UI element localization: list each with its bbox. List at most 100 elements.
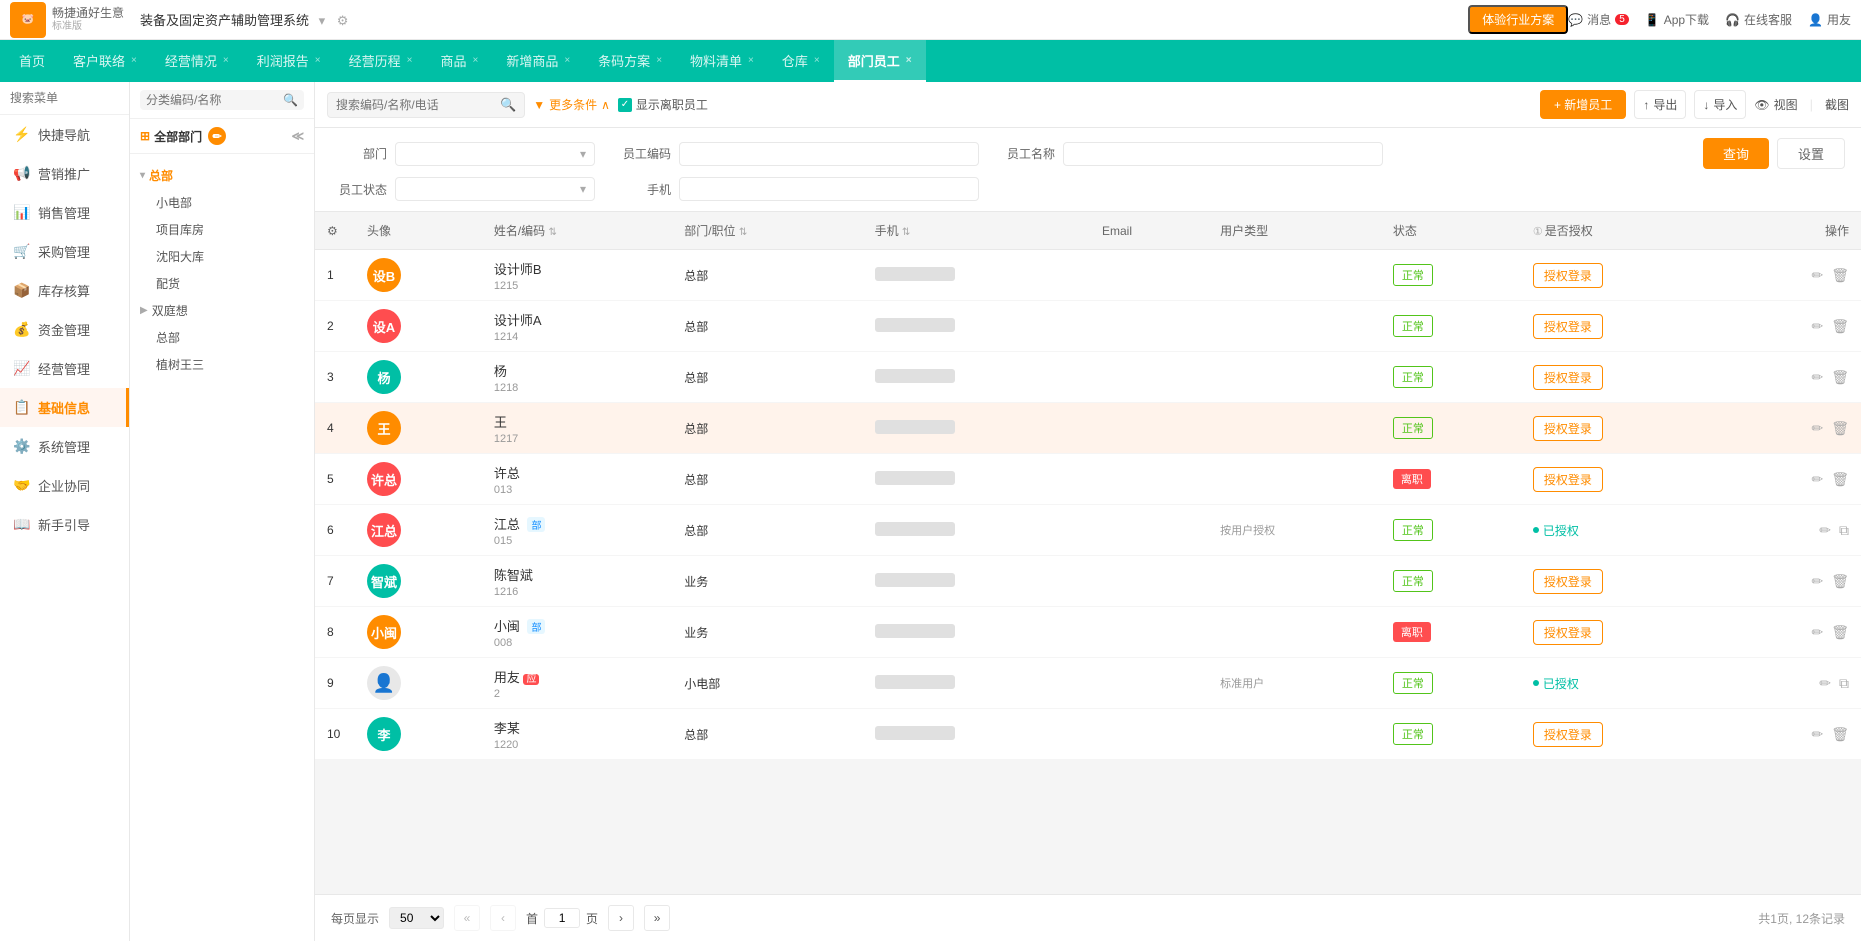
view-button[interactable]: 👁 视图: [1754, 96, 1797, 113]
close-icon[interactable]: ×: [223, 55, 229, 66]
user-button[interactable]: 👤 用友: [1808, 11, 1851, 28]
more-filter-button[interactable]: ▼ 更多条件 ∧: [533, 96, 610, 113]
tab-history[interactable]: 经营历程 ×: [335, 40, 427, 82]
edit-icon[interactable]: ✏: [1811, 573, 1823, 590]
edit-icon[interactable]: ✏: [1811, 624, 1823, 641]
trial-button[interactable]: 体验行业方案: [1468, 5, 1568, 34]
tab-add-goods[interactable]: 新增商品 ×: [492, 40, 584, 82]
tree-node-shuangting[interactable]: ▶ 双庭想: [130, 297, 314, 324]
edit-icon[interactable]: ✏: [1811, 318, 1823, 335]
query-button[interactable]: 查询: [1703, 138, 1769, 169]
tab-home[interactable]: 首页: [5, 40, 59, 82]
col-phone[interactable]: 手机 ⇅: [863, 212, 1090, 250]
tab-dept-staff[interactable]: 部门员工 ×: [834, 40, 926, 82]
tab-bom[interactable]: 物料清单 ×: [676, 40, 768, 82]
tab-profit[interactable]: 利润报告 ×: [243, 40, 335, 82]
sidebar-item-finance[interactable]: 💰 资金管理: [0, 310, 129, 349]
auth-login-button[interactable]: 授权登录: [1533, 416, 1603, 441]
collapse-dept-btn[interactable]: ≪: [291, 129, 304, 143]
toolbar-search-input[interactable]: [336, 98, 496, 112]
tab-customer[interactable]: 客户联络 ×: [59, 40, 151, 82]
export-button[interactable]: ↑ 导出: [1634, 90, 1686, 119]
sidebar-item-basic-info[interactable]: 📋 基础信息: [0, 388, 129, 427]
dept-search-input[interactable]: [146, 93, 283, 107]
online-service-button[interactable]: 🎧 在线客服: [1725, 11, 1792, 28]
sidebar-item-marketing[interactable]: 📢 营销推广: [0, 154, 129, 193]
sidebar-item-business[interactable]: 📈 经营管理: [0, 349, 129, 388]
copy-icon[interactable]: ⧉: [1839, 675, 1849, 692]
close-icon[interactable]: ×: [814, 55, 820, 66]
sidebar-item-inventory[interactable]: 📦 库存核算: [0, 271, 129, 310]
edit-icon[interactable]: ✏: [1819, 522, 1831, 539]
auth-login-button[interactable]: 授权登录: [1533, 467, 1603, 492]
tree-node-planting[interactable]: 植树王三: [130, 351, 314, 378]
toolbar-search-icon[interactable]: 🔍: [500, 97, 516, 113]
settings-icon[interactable]: ⚙: [337, 13, 349, 28]
col-settings[interactable]: ⚙: [315, 212, 355, 250]
delete-icon[interactable]: 🗑: [1831, 318, 1849, 335]
edit-icon[interactable]: ✏: [1811, 420, 1823, 437]
page-number-input[interactable]: [544, 908, 580, 928]
close-icon[interactable]: ×: [906, 55, 912, 66]
tab-goods[interactable]: 商品 ×: [426, 40, 492, 82]
col-dept-pos[interactable]: 部门/职位 ⇅: [672, 212, 862, 250]
close-icon[interactable]: ×: [315, 55, 321, 66]
dept-select[interactable]: ▾: [395, 142, 595, 166]
sidebar-item-system[interactable]: ⚙️ 系统管理: [0, 427, 129, 466]
tree-node-small-elec[interactable]: 小电部: [130, 189, 314, 216]
tree-node-distribution[interactable]: 配货: [130, 270, 314, 297]
import-button[interactable]: ↓ 导入: [1694, 90, 1746, 119]
phone-input[interactable]: [679, 177, 979, 201]
auth-login-button[interactable]: 授权登录: [1533, 314, 1603, 339]
edit-icon[interactable]: ✏: [1811, 471, 1823, 488]
delete-icon[interactable]: 🗑: [1831, 726, 1849, 743]
status-select[interactable]: ▾: [395, 177, 595, 201]
empcode-input[interactable]: [679, 142, 979, 166]
edit-icon[interactable]: ✏: [1819, 675, 1831, 692]
sidebar-item-quick-nav[interactable]: ⚡ 快捷导航: [0, 115, 129, 154]
tab-operation[interactable]: 经营情况 ×: [151, 40, 243, 82]
tree-node-shenyang[interactable]: 沈阳大库: [130, 243, 314, 270]
edit-icon[interactable]: ✏: [1811, 267, 1823, 284]
close-icon[interactable]: ×: [407, 55, 413, 66]
show-resigned-toggle[interactable]: ✓ 显示离职员工: [618, 96, 708, 113]
last-page-button[interactable]: »: [644, 905, 670, 931]
sidebar-item-purchase[interactable]: 🛒 采购管理: [0, 232, 129, 271]
sidebar-search-input[interactable]: [10, 91, 130, 105]
delete-icon[interactable]: 🗑: [1831, 471, 1849, 488]
auth-login-button[interactable]: 授权登录: [1533, 569, 1603, 594]
delete-icon[interactable]: 🗑: [1831, 420, 1849, 437]
auth-login-button[interactable]: 授权登录: [1533, 722, 1603, 747]
tab-warehouse[interactable]: 仓库 ×: [768, 40, 834, 82]
edit-icon[interactable]: ✏: [1811, 726, 1823, 743]
delete-icon[interactable]: 🗑: [1831, 624, 1849, 641]
sidebar-item-sales[interactable]: 📊 销售管理: [0, 193, 129, 232]
close-icon[interactable]: ×: [131, 55, 137, 66]
delete-icon[interactable]: 🗑: [1831, 369, 1849, 386]
next-page-button[interactable]: ›: [608, 905, 634, 931]
auth-login-button[interactable]: 授权登录: [1533, 365, 1603, 390]
prev-page-button[interactable]: ‹: [490, 905, 516, 931]
close-icon[interactable]: ×: [472, 55, 478, 66]
tree-node-hq2[interactable]: 总部: [130, 324, 314, 351]
sidebar-item-collab[interactable]: 🤝 企业协同: [0, 466, 129, 505]
tab-barcode[interactable]: 条码方案 ×: [584, 40, 676, 82]
add-employee-button[interactable]: + 新增员工: [1540, 90, 1626, 119]
app-download-button[interactable]: 📱 App下载: [1645, 11, 1709, 28]
sidebar-item-guide[interactable]: 📖 新手引导: [0, 505, 129, 544]
screenshot-button[interactable]: 截图: [1825, 96, 1849, 113]
per-page-select[interactable]: 50 20 100: [389, 907, 444, 929]
auth-login-button[interactable]: 授权登录: [1533, 263, 1603, 288]
tree-node-project[interactable]: 项目库房: [130, 216, 314, 243]
close-icon[interactable]: ×: [656, 55, 662, 66]
col-name-code[interactable]: 姓名/编码 ⇅: [482, 212, 672, 250]
edit-dept-icon[interactable]: ✏: [208, 127, 226, 145]
dept-search-icon[interactable]: 🔍: [283, 93, 298, 107]
close-icon[interactable]: ×: [748, 55, 754, 66]
settings-button[interactable]: 设置: [1777, 138, 1845, 169]
first-page-button[interactable]: «: [454, 905, 480, 931]
copy-icon[interactable]: ⧉: [1839, 522, 1849, 539]
empname-input[interactable]: [1063, 142, 1383, 166]
message-button[interactable]: 💬 消息 5: [1568, 11, 1629, 28]
auth-login-button[interactable]: 授权登录: [1533, 620, 1603, 645]
